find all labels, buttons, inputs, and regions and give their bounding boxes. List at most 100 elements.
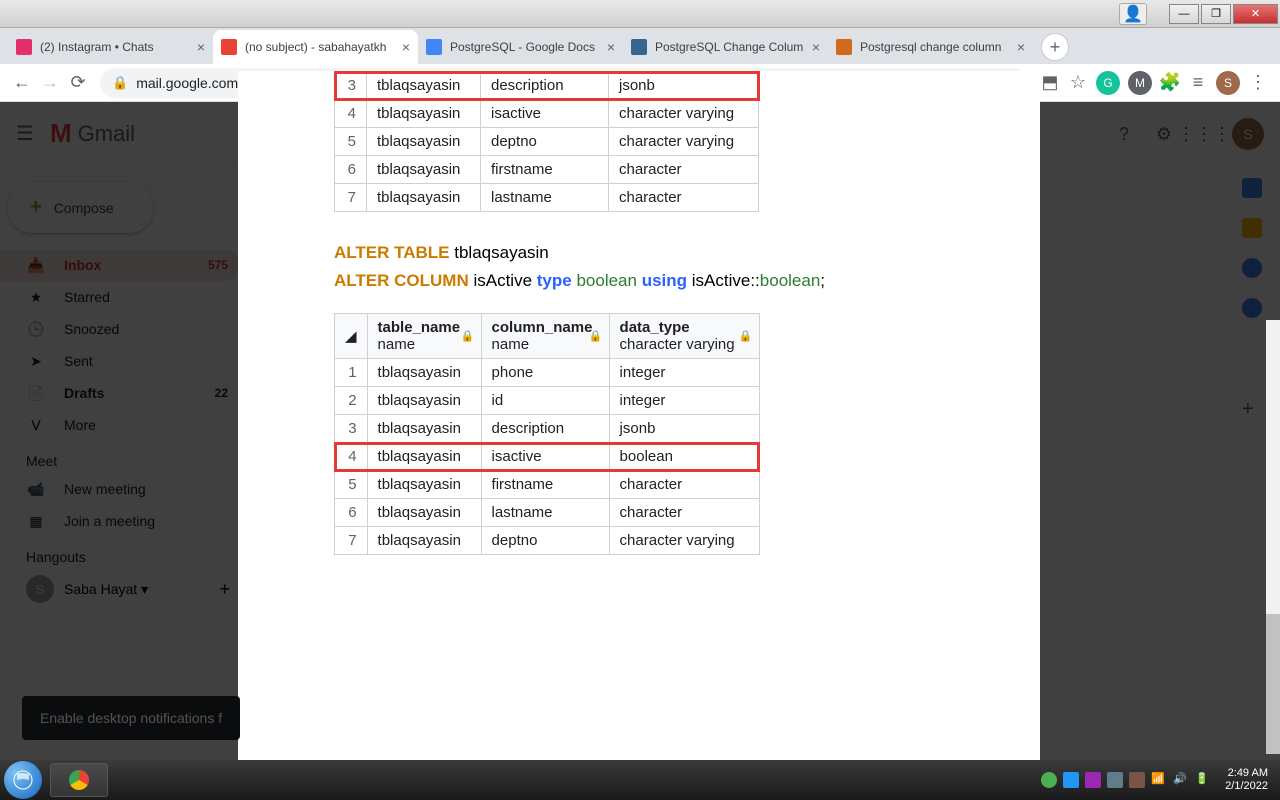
start-button[interactable]	[4, 761, 42, 799]
table-row: 3tblaqsayasindescriptionjsonb	[335, 415, 760, 443]
docs-icon	[426, 39, 442, 55]
sidebar-item-sent[interactable]: ➤ Sent	[0, 345, 240, 377]
contacts-icon[interactable]	[1242, 298, 1262, 318]
tab-instagram[interactable]: (2) Instagram • Chats ×	[8, 30, 213, 64]
network-icon[interactable]: 📶	[1151, 772, 1167, 788]
tab-label: Postgresql change column	[860, 40, 1013, 54]
install-icon[interactable]: ⬒	[1036, 69, 1064, 97]
table-row: 6tblaqsayasinfirstnamecharacter	[335, 156, 759, 184]
close-icon[interactable]: ×	[402, 39, 410, 55]
sql-statement: ALTER TABLE tblaqsayasin ALTER COLUMN is…	[334, 240, 944, 295]
battery-icon[interactable]: 🔋	[1195, 772, 1211, 788]
support-icon[interactable]: ?	[1112, 122, 1136, 146]
keep-icon[interactable]	[1242, 218, 1262, 238]
profile-avatar[interactable]: S	[1216, 71, 1240, 95]
column-header[interactable]: table_namename🔒	[367, 314, 481, 359]
postgres-icon	[631, 39, 647, 55]
clock[interactable]: 2:49 AM 2/1/2022	[1225, 767, 1268, 793]
menu-icon[interactable]: ⋮	[1244, 69, 1272, 97]
close-icon[interactable]: ×	[1017, 39, 1025, 55]
tab-label: PostgreSQL - Google Docs	[450, 40, 603, 54]
draft-icon: 📄	[26, 385, 46, 402]
inbox-icon: 📥	[26, 257, 46, 274]
tab-label: (2) Instagram • Chats	[40, 40, 193, 54]
table-row: 2tblaqsayasinidinteger	[335, 387, 760, 415]
table-row: 5tblaqsayasindeptnocharacter varying	[335, 128, 759, 156]
gmail-sidebar: + Compose 📥 Inbox 575 ★ Starred 🕒 Snooze…	[0, 166, 256, 609]
tray-icon[interactable]	[1129, 772, 1145, 788]
chrome-profile-icon[interactable]: 👤	[1119, 3, 1147, 25]
calendar-icon[interactable]	[1242, 178, 1262, 198]
sidebar-item-starred[interactable]: ★ Starred	[0, 281, 240, 313]
star-icon: ★	[26, 289, 46, 306]
window-maximize-button[interactable]: ❐	[1201, 4, 1231, 24]
tray-icon[interactable]	[1107, 772, 1123, 788]
notification-toast[interactable]: Enable desktop notifications f	[22, 696, 240, 740]
new-tab-button[interactable]: +	[1041, 33, 1069, 61]
lock-icon: 🔒	[589, 330, 603, 343]
back-button[interactable]: ←	[8, 69, 36, 97]
tray-icon[interactable]	[1063, 772, 1079, 788]
reading-list-icon[interactable]: ≡	[1184, 69, 1212, 97]
window-close-button[interactable]: ✕	[1233, 4, 1278, 24]
tray-icon[interactable]	[1085, 772, 1101, 788]
grammarly-icon[interactable]: G	[1096, 71, 1120, 95]
volume-icon[interactable]: 🔊	[1173, 772, 1189, 788]
extension-icon[interactable]: M	[1128, 71, 1152, 95]
tasks-icon[interactable]	[1242, 258, 1262, 278]
tab-strip: (2) Instagram • Chats × (no subject) - s…	[0, 28, 1280, 64]
table-row: 3tblaqsayasindescriptionjsonb	[335, 72, 759, 100]
star-icon[interactable]: ☆	[1064, 69, 1092, 97]
table-row: 4tblaqsayasinisactivecharacter varying	[335, 100, 759, 128]
lock-icon: 🔒	[739, 330, 753, 343]
tab-gmail[interactable]: (no subject) - sabahayatkh ×	[213, 30, 418, 64]
instagram-icon	[16, 39, 32, 55]
hamburger-icon[interactable]: ☰	[16, 121, 34, 146]
column-header[interactable]: column_namename🔒	[481, 314, 609, 359]
window-minimize-button[interactable]: —	[1169, 4, 1199, 24]
compose-button[interactable]: + Compose	[8, 182, 153, 233]
sent-icon: ➤	[26, 353, 46, 370]
close-icon[interactable]: ×	[197, 39, 205, 55]
settings-icon[interactable]: ⚙	[1152, 122, 1176, 146]
tab-label: PostgreSQL Change Colum	[655, 40, 808, 54]
close-icon[interactable]: ×	[812, 39, 820, 55]
chevron-down-icon: ᐯ	[26, 417, 46, 434]
close-icon[interactable]: ×	[607, 39, 615, 55]
plus-icon: +	[30, 196, 42, 219]
tab-postgresql-1[interactable]: PostgreSQL Change Colum ×	[623, 30, 828, 64]
sort-icon[interactable]: ◢	[335, 314, 368, 359]
sidebar-item-drafts[interactable]: 📄 Drafts 22	[0, 377, 240, 409]
column-header[interactable]: data_typecharacter varying🔒	[609, 314, 759, 359]
table-row: 6tblaqsayasinlastnamecharacter	[335, 499, 760, 527]
sidebar-item-join-meeting[interactable]: ▦ Join a meeting	[0, 505, 240, 537]
taskbar-chrome[interactable]	[50, 763, 108, 797]
forward-button[interactable]: →	[36, 69, 64, 97]
sidebar-item-snoozed[interactable]: 🕒 Snoozed	[0, 313, 240, 345]
add-icon[interactable]: +	[1242, 398, 1262, 418]
plus-icon[interactable]: +	[219, 579, 230, 600]
result-table-2: ◢ table_namename🔒 column_namename🔒 data_…	[334, 313, 760, 555]
sidebar-item-inbox[interactable]: 📥 Inbox 575	[0, 249, 240, 281]
reload-button[interactable]: ⟳	[64, 69, 92, 97]
hangouts-header: Hangouts	[0, 537, 256, 569]
scrollbar-thumb[interactable]	[1266, 614, 1280, 754]
system-tray: 📶 🔊 🔋 2:49 AM 2/1/2022	[1041, 767, 1276, 793]
apps-icon[interactable]: ⋮⋮⋮	[1192, 122, 1216, 146]
gmail-icon	[221, 39, 237, 55]
result-table-1: 3tblaqsayasindescriptionjsonb4tblaqsayas…	[334, 71, 759, 212]
hangouts-user[interactable]: S Saba Hayat ▾ +	[0, 569, 256, 609]
tab-gdocs[interactable]: PostgreSQL - Google Docs ×	[418, 30, 623, 64]
gmail-logo[interactable]: M Gmail	[50, 118, 135, 149]
sidebar-item-new-meeting[interactable]: 📹 New meeting	[0, 473, 240, 505]
tab-postgresql-2[interactable]: Postgresql change column ×	[828, 30, 1033, 64]
sidebar-item-more[interactable]: ᐯ More	[0, 409, 240, 441]
gmail-m-icon: M	[50, 118, 72, 149]
tray-icon[interactable]	[1041, 772, 1057, 788]
page-icon	[836, 39, 852, 55]
table-row: 7tblaqsayasindeptnocharacter varying	[335, 527, 760, 555]
extensions-icon[interactable]: 🧩	[1156, 69, 1184, 97]
table-row: 7tblaqsayasinlastnamecharacter	[335, 184, 759, 212]
tab-label: (no subject) - sabahayatkh	[245, 40, 398, 54]
account-avatar[interactable]: S	[1232, 118, 1264, 150]
